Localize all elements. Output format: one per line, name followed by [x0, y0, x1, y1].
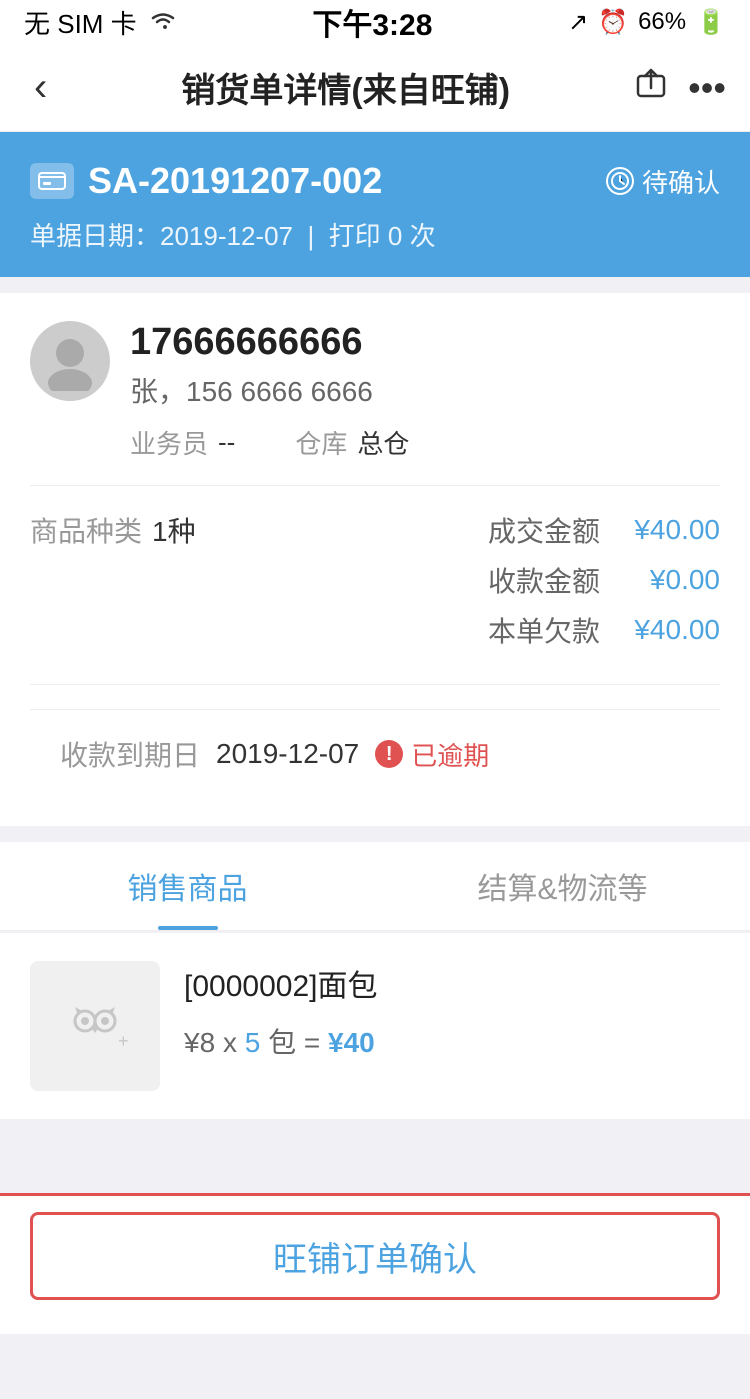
product-types-value: 1种 — [152, 510, 196, 550]
carrier-label: 无 SIM 卡 — [24, 4, 137, 41]
product-thumb-inner: + — [60, 1001, 130, 1051]
due-date-value: 2019-12-07 — [216, 738, 359, 770]
customer-info: 17666666666 张，156 6666 6666 业务员 -- 仓库 总仓 — [130, 321, 720, 461]
warehouse-label: 仓库 — [295, 424, 347, 461]
clock-icon — [606, 167, 634, 195]
received-amount-row: 收款金额 ¥0.00 — [488, 560, 720, 600]
product-info: [0000002]面包 ¥8 x 5 包 = ¥40 — [184, 961, 720, 1061]
customer-section: 17666666666 张，156 6666 6666 业务员 -- 仓库 总仓 — [30, 321, 720, 461]
alarm-icon: ⏰ — [598, 8, 628, 37]
page-title: 销货单详情(来自旺铺) — [181, 63, 510, 112]
deal-amount-label: 成交金额 — [488, 510, 600, 550]
order-status-label: 待确认 — [642, 163, 720, 200]
product-equals: = — [304, 1027, 328, 1058]
warehouse-item: 仓库 总仓 — [295, 424, 409, 461]
product-total: ¥40 — [328, 1027, 375, 1058]
tab-settlement[interactable]: 结算&物流等 — [375, 842, 750, 930]
tab-settlement-label: 结算&物流等 — [477, 864, 647, 908]
nav-bar: ‹ 销货单详情(来自旺铺) ••• — [0, 44, 750, 132]
order-header-top: SA-20191207-002 待确认 — [30, 160, 720, 202]
bottom-button-container: 旺铺订单确认 — [0, 1193, 750, 1334]
overdue-icon: ! — [375, 740, 403, 768]
product-thumbnail: + — [30, 961, 160, 1091]
product-multiply: x — [223, 1027, 245, 1058]
product-qty: 5 — [245, 1027, 261, 1058]
time-display: 下午3:28 — [312, 0, 432, 44]
product-name: [0000002]面包 — [184, 961, 720, 1005]
back-button[interactable]: ‹ — [24, 55, 57, 120]
customer-card: 17666666666 张，156 6666 6666 业务员 -- 仓库 总仓… — [0, 293, 750, 826]
due-section: 收款到期日 2019-12-07 ! 已逾期 — [30, 709, 720, 798]
product-price: ¥8 x 5 包 = ¥40 — [184, 1021, 720, 1061]
product-unit-price: ¥8 — [184, 1027, 215, 1058]
status-bar: 无 SIM 卡 下午3:28 ↗ ⏰ 66% 🔋 — [0, 0, 750, 44]
tab-sales-product[interactable]: 销售商品 — [0, 842, 375, 930]
status-left: 无 SIM 卡 — [24, 4, 177, 41]
avatar — [30, 321, 110, 401]
order-date: 单据日期：2019-12-07 | 打印 0 次 — [30, 216, 720, 253]
amount-list: 成交金额 ¥40.00 收款金额 ¥0.00 本单欠款 ¥40.00 — [488, 510, 720, 660]
order-id: SA-20191207-002 — [30, 160, 382, 202]
product-section: + [0000002]面包 ¥8 x 5 包 = ¥40 — [0, 933, 750, 1119]
share-button[interactable] — [634, 66, 668, 109]
confirm-order-button[interactable]: 旺铺订单确认 — [30, 1212, 720, 1300]
deal-amount-value: ¥40.00 — [620, 514, 720, 546]
due-amount-label: 本单欠款 — [488, 610, 600, 650]
deal-amount-row: 成交金额 ¥40.00 — [488, 510, 720, 550]
due-amount-value: ¥40.00 — [620, 614, 720, 646]
warehouse-value: 总仓 — [357, 424, 409, 461]
customer-name: 张，156 6666 6666 — [130, 370, 720, 410]
customer-meta: 业务员 -- 仓库 总仓 — [130, 424, 720, 461]
battery-label: 66% — [638, 8, 686, 36]
due-date-label: 收款到期日 — [60, 734, 200, 774]
salesperson-item: 业务员 -- — [130, 424, 235, 461]
due-amount-row: 本单欠款 ¥40.00 — [488, 610, 720, 650]
received-amount-label: 收款金额 — [488, 560, 600, 600]
order-status: 待确认 — [606, 163, 720, 200]
salesperson-label: 业务员 — [130, 424, 208, 461]
nav-actions: ••• — [634, 66, 726, 109]
product-types: 商品种类 1种 — [30, 510, 196, 550]
divider-2 — [30, 684, 720, 685]
received-amount-value: ¥0.00 — [620, 564, 720, 596]
product-unit: 包 — [268, 1027, 296, 1058]
battery-icon: 🔋 — [696, 8, 726, 37]
divider-1 — [30, 485, 720, 486]
svg-text:+: + — [118, 1031, 129, 1051]
tab-sales-product-label: 销售商品 — [128, 864, 248, 908]
wifi-icon — [149, 7, 177, 38]
order-header: SA-20191207-002 待确认 单据日期：2019-12-07 | 打印… — [0, 132, 750, 277]
overdue-badge: ! 已逾期 — [375, 736, 489, 773]
overdue-label: 已逾期 — [411, 736, 489, 773]
status-right: ↗ ⏰ 66% 🔋 — [568, 8, 726, 37]
salesperson-value: -- — [218, 427, 235, 458]
tab-active-underline — [158, 926, 218, 930]
tabs-section: 销售商品 结算&物流等 — [0, 842, 750, 931]
location-icon: ↗ — [568, 8, 588, 37]
order-id-icon — [30, 163, 74, 199]
product-types-label: 商品种类 — [30, 510, 142, 550]
customer-phone: 17666666666 — [130, 321, 720, 364]
amount-section: 商品种类 1种 成交金额 ¥40.00 收款金额 ¥0.00 本单欠款 ¥40.… — [30, 510, 720, 660]
more-button[interactable]: ••• — [688, 67, 726, 109]
